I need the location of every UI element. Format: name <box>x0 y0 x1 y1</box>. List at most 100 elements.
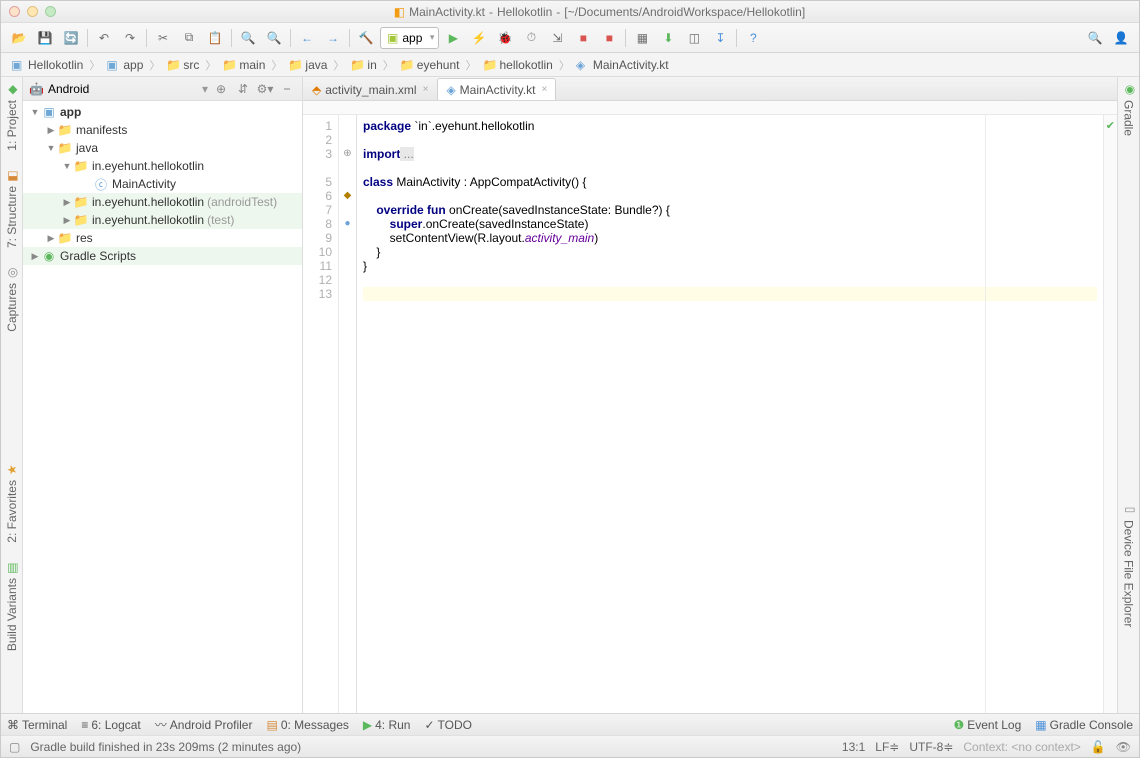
tool-terminal[interactable]: ⌘Terminal <box>7 718 67 732</box>
run-icon[interactable]: ▶ <box>441 26 465 50</box>
hide-icon[interactable]: ⎯ <box>278 80 296 98</box>
layout-inspector-icon[interactable]: ◫ <box>682 26 706 50</box>
error-stripe[interactable]: ✔ <box>1103 115 1117 713</box>
crumb-file[interactable]: ◈MainActivity.kt <box>572 58 673 72</box>
minimize-window-dot[interactable] <box>27 6 38 17</box>
caret-position[interactable]: 13:1 <box>842 740 865 754</box>
tool-captures[interactable]: Captures◎ <box>5 264 19 334</box>
tool-structure[interactable]: 7: Structure◧ <box>5 167 19 250</box>
tree-app[interactable]: ▼▣app <box>23 103 302 121</box>
zoom-window-dot[interactable] <box>45 6 56 17</box>
cut-icon[interactable]: ✂ <box>151 26 175 50</box>
project-view-mode[interactable]: Android <box>48 82 89 96</box>
profile-icon[interactable]: ⏱ <box>519 26 543 50</box>
file-encoding[interactable]: UTF-8≑ <box>909 740 953 754</box>
paste-icon[interactable]: 📋 <box>203 26 227 50</box>
avd-icon[interactable]: ▦ <box>630 26 654 50</box>
editor-tabs: ⬘activity_main.xml× ◈MainActivity.kt× <box>303 77 1117 101</box>
crumb-main[interactable]: 📁main <box>218 58 269 72</box>
debug-icon[interactable]: 🐞 <box>493 26 517 50</box>
open-icon[interactable]: 📂 <box>7 26 31 50</box>
tool-event-log[interactable]: ❶Event Log <box>953 718 1021 732</box>
tool-profiler[interactable]: 〰Android Profiler <box>155 716 253 733</box>
device-icon[interactable]: ↧ <box>708 26 732 50</box>
code-editor[interactable]: 1235678910111213 ⊕◆● package `in`.eyehun… <box>303 115 1117 713</box>
tool-messages[interactable]: ▤0: Messages <box>266 718 348 732</box>
crumb-hellokotlin[interactable]: 📁hellokotlin <box>478 58 556 72</box>
tree-gradle[interactable]: ▶◉Gradle Scripts <box>23 247 302 265</box>
status-message: Gradle build finished in 23s 209ms (2 mi… <box>30 740 301 754</box>
scroll-from-source-icon[interactable]: ⊕ <box>212 80 230 98</box>
tree-androidtest[interactable]: ▶📁in.eyehunt.hellokotlin(androidTest) <box>23 193 302 211</box>
run-config-select[interactable]: ▣app <box>380 27 439 49</box>
right-tool-rail: ◉Gradle ▯Device File Explorer <box>1117 77 1139 713</box>
user-icon[interactable]: 👤 <box>1109 26 1133 50</box>
collapse-icon[interactable]: ⇵ <box>234 80 252 98</box>
tree-test[interactable]: ▶📁in.eyehunt.hellokotlin(test) <box>23 211 302 229</box>
crumb-src[interactable]: 📁src <box>162 58 203 72</box>
close-icon[interactable]: × <box>423 84 429 95</box>
title-file: MainActivity.kt <box>409 5 485 19</box>
sdk-icon[interactable]: ⬇ <box>656 26 680 50</box>
save-icon[interactable]: 💾 <box>33 26 57 50</box>
lock-icon[interactable]: 🔓 <box>1091 740 1106 754</box>
tool-run[interactable]: ▶4: Run <box>363 718 411 732</box>
tool-favorites[interactable]: 2: Favorites★ <box>5 461 19 545</box>
sync-icon[interactable]: 🔄 <box>59 26 83 50</box>
find-icon[interactable]: 🔍 <box>236 26 260 50</box>
crumb-in[interactable]: 📁in <box>346 58 380 72</box>
tool-device-explorer[interactable]: ▯Device File Explorer <box>1122 501 1136 629</box>
crumb-java[interactable]: 📁java <box>284 58 331 72</box>
stop2-icon[interactable]: ■ <box>597 26 621 50</box>
tool-project[interactable]: 1: Project◆ <box>5 81 19 153</box>
tool-build-variants[interactable]: Build Variants▤ <box>5 559 19 653</box>
editor-area: ⬘activity_main.xml× ◈MainActivity.kt× 12… <box>303 77 1117 713</box>
left-tool-rail: 1: Project◆ 7: Structure◧ Captures◎ 2: F… <box>1 77 23 713</box>
tree-mainactivity[interactable]: ⓒMainActivity <box>23 175 302 193</box>
bottom-tool-bar: ⌘Terminal ≡6: Logcat 〰Android Profiler ▤… <box>1 713 1139 735</box>
replace-icon[interactable]: 🔍 <box>262 26 286 50</box>
copy-icon[interactable]: ⧉ <box>177 26 201 50</box>
help-icon[interactable]: ? <box>741 26 765 50</box>
crumb-project[interactable]: ▣Hellokotlin <box>7 58 87 72</box>
title-path: [~/Documents/AndroidWorkspace/Hellokotli… <box>564 5 805 19</box>
tab-layout[interactable]: ⬘activity_main.xml× <box>303 78 437 100</box>
tree-java[interactable]: ▼📁java <box>23 139 302 157</box>
make-icon[interactable]: 🔨 <box>354 26 378 50</box>
back-icon[interactable]: ← <box>295 26 319 50</box>
hector-icon[interactable]: 👁 <box>1116 740 1131 754</box>
stop-icon[interactable]: ■ <box>571 26 595 50</box>
inspection-ok-icon: ✔ <box>1106 119 1115 132</box>
tool-logcat[interactable]: ≡6: Logcat <box>81 718 140 732</box>
apply-changes-icon[interactable]: ⚡ <box>467 26 491 50</box>
tab-main[interactable]: ◈MainActivity.kt× <box>437 78 556 100</box>
line-gutter: 1235678910111213 <box>303 115 339 713</box>
tree-res[interactable]: ▶📁res <box>23 229 302 247</box>
breadcrumb: ▣Hellokotlin〉 ▣app〉 📁src〉 📁main〉 📁java〉 … <box>1 53 1139 77</box>
marker-bar: ⊕◆● <box>339 115 357 713</box>
tool-gradle-console[interactable]: ▦Gradle Console <box>1035 718 1133 732</box>
android-icon: 🤖 <box>29 82 44 96</box>
settings-icon[interactable]: ⚙▾ <box>256 80 274 98</box>
forward-icon[interactable]: → <box>321 26 345 50</box>
tool-gradle[interactable]: ◉Gradle <box>1122 81 1136 138</box>
status-icon[interactable]: ▢ <box>9 740 20 754</box>
redo-icon[interactable]: ↷ <box>118 26 142 50</box>
tool-todo[interactable]: ✓TODO <box>424 718 472 732</box>
undo-icon[interactable]: ↶ <box>92 26 116 50</box>
crumb-app[interactable]: ▣app <box>102 58 147 72</box>
crumb-eyehunt[interactable]: 📁eyehunt <box>396 58 464 72</box>
close-icon[interactable]: × <box>541 84 547 95</box>
project-tree[interactable]: ▼▣app ▶📁manifests ▼📁java ▼📁in.eyehunt.he… <box>23 101 302 713</box>
close-window-dot[interactable] <box>9 6 20 17</box>
title-bar: ◧ MainActivity.kt - Hellokotlin - [~/Doc… <box>1 1 1139 23</box>
line-ending[interactable]: LF≑ <box>875 740 899 754</box>
search-icon[interactable]: 🔍 <box>1083 26 1107 50</box>
file-icon: ◧ <box>394 5 405 19</box>
tree-pkg[interactable]: ▼📁in.eyehunt.hellokotlin <box>23 157 302 175</box>
context-label[interactable]: Context: <no context> <box>963 740 1080 754</box>
tree-manifests[interactable]: ▶📁manifests <box>23 121 302 139</box>
project-tool-window: 🤖Android▾ ⊕ ⇵ ⚙▾ ⎯ ▼▣app ▶📁manifests ▼📁j… <box>23 77 303 713</box>
main-toolbar: 📂 💾 🔄 ↶ ↷ ✂ ⧉ 📋 🔍 🔍 ← → 🔨 ▣app ▶ ⚡ 🐞 ⏱ ⇲… <box>1 23 1139 53</box>
attach-icon[interactable]: ⇲ <box>545 26 569 50</box>
